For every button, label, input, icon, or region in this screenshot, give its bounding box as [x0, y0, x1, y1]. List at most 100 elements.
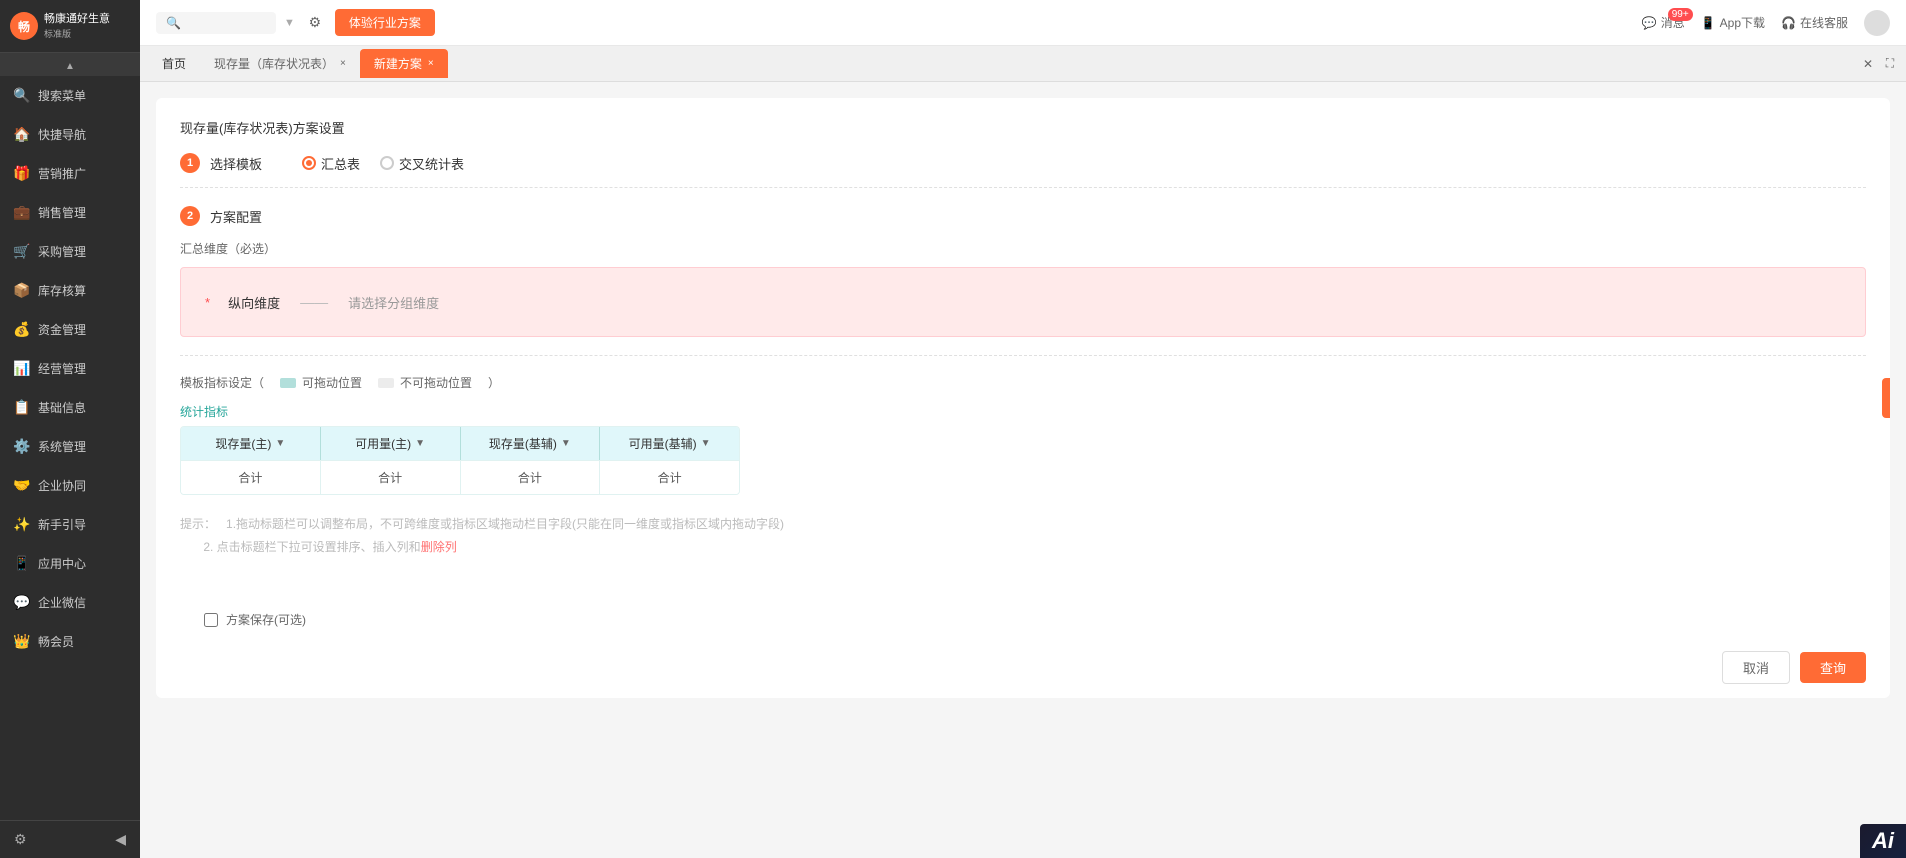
topbar-left: 🔍 ▼ ⚙ 体验行业方案 — [156, 9, 435, 36]
sidebar-label-inventory: 库存核算 — [38, 282, 86, 299]
sidebar-label-quicknav: 快捷导航 — [38, 126, 86, 143]
inventory-icon: 📦 — [14, 283, 30, 299]
radio-cross[interactable]: 交叉统计表 — [380, 154, 464, 173]
stats-col-cell-col4: 合计 — [600, 461, 739, 494]
step2-title: 方案配置 — [210, 207, 262, 226]
sidebar-nav: 🔍 搜索菜单 🏠 快捷导航 🎁 营销推广 💼 销售管理 🛒 采购管理 📦 库存核… — [0, 76, 140, 820]
marketing-icon: 🎁 — [14, 166, 30, 182]
apps-icon: 📱 — [14, 556, 30, 572]
chevron-col4: ▼ — [701, 438, 711, 449]
cancel-button[interactable]: 取消 — [1722, 651, 1790, 684]
app-download-button[interactable]: 📱 App下载 — [1701, 14, 1765, 31]
trial-button[interactable]: 体验行业方案 — [335, 9, 435, 36]
stats-col-cell-col3: 合计 — [461, 461, 601, 494]
tabbar: 首页 现存量（库存状况表） × 新建方案 × ✕ ⛶ — [140, 46, 1906, 82]
search-bar[interactable]: 🔍 — [156, 12, 276, 34]
sidebar-item-inventory[interactable]: 📦 库存核算 — [0, 271, 140, 310]
dimension-box[interactable]: * 纵向维度 —— 请选择分组维度 — [180, 267, 1866, 337]
sidebar-item-basic[interactable]: 📋 基础信息 — [0, 388, 140, 427]
app-icon: 📱 — [1701, 16, 1716, 30]
sidebar-item-cooperation[interactable]: 🤝 企业协同 — [0, 466, 140, 505]
tips-section: 提示： 1.拖动标题栏可以调整布局，不可跨维度或指标区域拖动栏目字段(只能在同一… — [180, 515, 1866, 557]
radio-summary-circle — [302, 156, 316, 170]
bottom-bar: 方案保存(可选) — [180, 597, 1866, 642]
vip-icon: 👑 — [14, 634, 30, 650]
action-footer: 取消 查询 — [1698, 637, 1890, 698]
stats-col-cell-col2: 合计 — [321, 461, 461, 494]
sidebar-item-operations[interactable]: 📊 经营管理 — [0, 349, 140, 388]
sidebar-label-marketing: 营销推广 — [38, 165, 86, 182]
step1-badge: 1 — [180, 153, 200, 173]
basic-icon: 📋 — [14, 400, 30, 416]
sidebar-item-sales[interactable]: 💼 销售管理 — [0, 193, 140, 232]
tab-inventory-close[interactable]: × — [340, 58, 346, 69]
newbie-icon: ✨ — [14, 517, 30, 533]
user-avatar[interactable] — [1864, 10, 1890, 36]
collapse-icon[interactable]: ◀ — [115, 831, 126, 848]
topbar-gear-icon[interactable]: ⚙ — [303, 11, 327, 35]
purchase-icon: 🛒 — [14, 244, 30, 260]
messages-button[interactable]: 💬 消息 99+ — [1642, 14, 1685, 31]
tips-highlight: 删除列 — [421, 540, 457, 554]
finance-icon: 💰 — [14, 322, 30, 338]
tab-home[interactable]: 首页 — [148, 49, 200, 78]
sidebar-label-cooperation: 企业协同 — [38, 477, 86, 494]
tab-new-plan[interactable]: 新建方案 × — [360, 49, 448, 78]
stats-data-row: 合计合计合计合计 — [181, 460, 739, 494]
settings-icon[interactable]: ⚙ — [14, 831, 27, 848]
query-button[interactable]: 查询 — [1800, 652, 1866, 683]
step2-section: 2 方案配置 汇总维度（必选） * 纵向维度 —— 请选择分组维度 模板指标设定… — [180, 206, 1866, 557]
sidebar-label-vip: 畅会员 — [38, 633, 74, 650]
sidebar-item-finance[interactable]: 💰 资金管理 — [0, 310, 140, 349]
sidebar-item-system[interactable]: ⚙️ 系统管理 — [0, 427, 140, 466]
main-area: 🔍 ▼ ⚙ 体验行业方案 💬 消息 99+ 📱 App下载 🎧 在线客服 — [140, 0, 1906, 858]
radio-cross-circle — [380, 156, 394, 170]
main-panel: 现存量(库存状况表)方案设置 1 选择模板 汇总表 — [156, 98, 1890, 698]
sidebar-item-newbie[interactable]: ✨ 新手引导 — [0, 505, 140, 544]
sidebar-label-system: 系统管理 — [38, 438, 86, 455]
sales-icon: 💼 — [14, 205, 30, 221]
stats-col-header-col4[interactable]: 可用量(基辅) ▼ — [600, 427, 739, 460]
ai-badge[interactable]: Ai — [1860, 824, 1906, 858]
legend-fixed: 不可拖动位置 — [378, 374, 472, 391]
sidebar-item-wechat[interactable]: 💬 企业微信 — [0, 583, 140, 622]
expand-window-button[interactable]: ⛶ — [1882, 56, 1898, 72]
save-checkbox[interactable] — [204, 613, 218, 627]
stats-col-header-col2[interactable]: 可用量(主) ▼ — [321, 427, 461, 460]
sidebar-item-vip[interactable]: 👑 畅会员 — [0, 622, 140, 661]
sidebar-item-quicknav[interactable]: 🏠 快捷导航 — [0, 115, 140, 154]
sidebar-label-basic: 基础信息 — [38, 399, 86, 416]
radio-summary[interactable]: 汇总表 — [302, 154, 360, 173]
sidebar-logo: 畅 畅康通好生意 标准版 — [0, 0, 140, 53]
topbar-right: 💬 消息 99+ 📱 App下载 🎧 在线客服 — [1642, 10, 1890, 36]
fixed-legend-icon — [378, 378, 394, 388]
step2-divider — [180, 355, 1866, 356]
operations-icon: 📊 — [14, 361, 30, 377]
stats-col-header-col3[interactable]: 现存量(基辅) ▼ — [461, 427, 601, 460]
service-button[interactable]: 🎧 在线客服 — [1781, 14, 1848, 31]
sidebar-item-search[interactable]: 🔍 搜索菜单 — [0, 76, 140, 115]
step1-title: 选择模板 — [210, 154, 262, 173]
sidebar-item-apps[interactable]: 📱 应用中心 — [0, 544, 140, 583]
sidebar-item-marketing[interactable]: 🎁 营销推广 — [0, 154, 140, 193]
sidebar-item-purchase[interactable]: 🛒 采购管理 — [0, 232, 140, 271]
step1-divider — [180, 187, 1866, 188]
topbar-dropdown[interactable]: ▼ — [284, 17, 295, 29]
right-handle[interactable] — [1882, 378, 1890, 418]
system-icon: ⚙️ — [14, 439, 30, 455]
draggable-legend-icon — [280, 378, 296, 388]
sidebar-label-wechat: 企业微信 — [38, 594, 86, 611]
axis-label: 纵向维度 — [228, 293, 280, 312]
stats-table: 现存量(主) ▼可用量(主) ▼现存量(基辅) ▼可用量(基辅) ▼ 合计合计合… — [180, 426, 740, 495]
tab-new-plan-close[interactable]: × — [428, 58, 434, 69]
stats-col-header-col1[interactable]: 现存量(主) ▼ — [181, 427, 321, 460]
chevron-col2: ▼ — [415, 438, 425, 449]
panel-title: 现存量(库存状况表)方案设置 — [180, 118, 1866, 137]
tips-item2: 2. 点击标题栏下拉可设置排序、插入列和删除列 — [180, 538, 1866, 557]
headset-icon: 🎧 — [1781, 16, 1796, 30]
tab-inventory[interactable]: 现存量（库存状况表） × — [200, 49, 360, 78]
close-window-button[interactable]: ✕ — [1860, 56, 1876, 72]
required-mark: * — [205, 295, 210, 310]
sidebar-scroll-up[interactable]: ▲ — [0, 53, 140, 76]
step1-section: 1 选择模板 汇总表 交叉统计表 — [180, 153, 1866, 188]
